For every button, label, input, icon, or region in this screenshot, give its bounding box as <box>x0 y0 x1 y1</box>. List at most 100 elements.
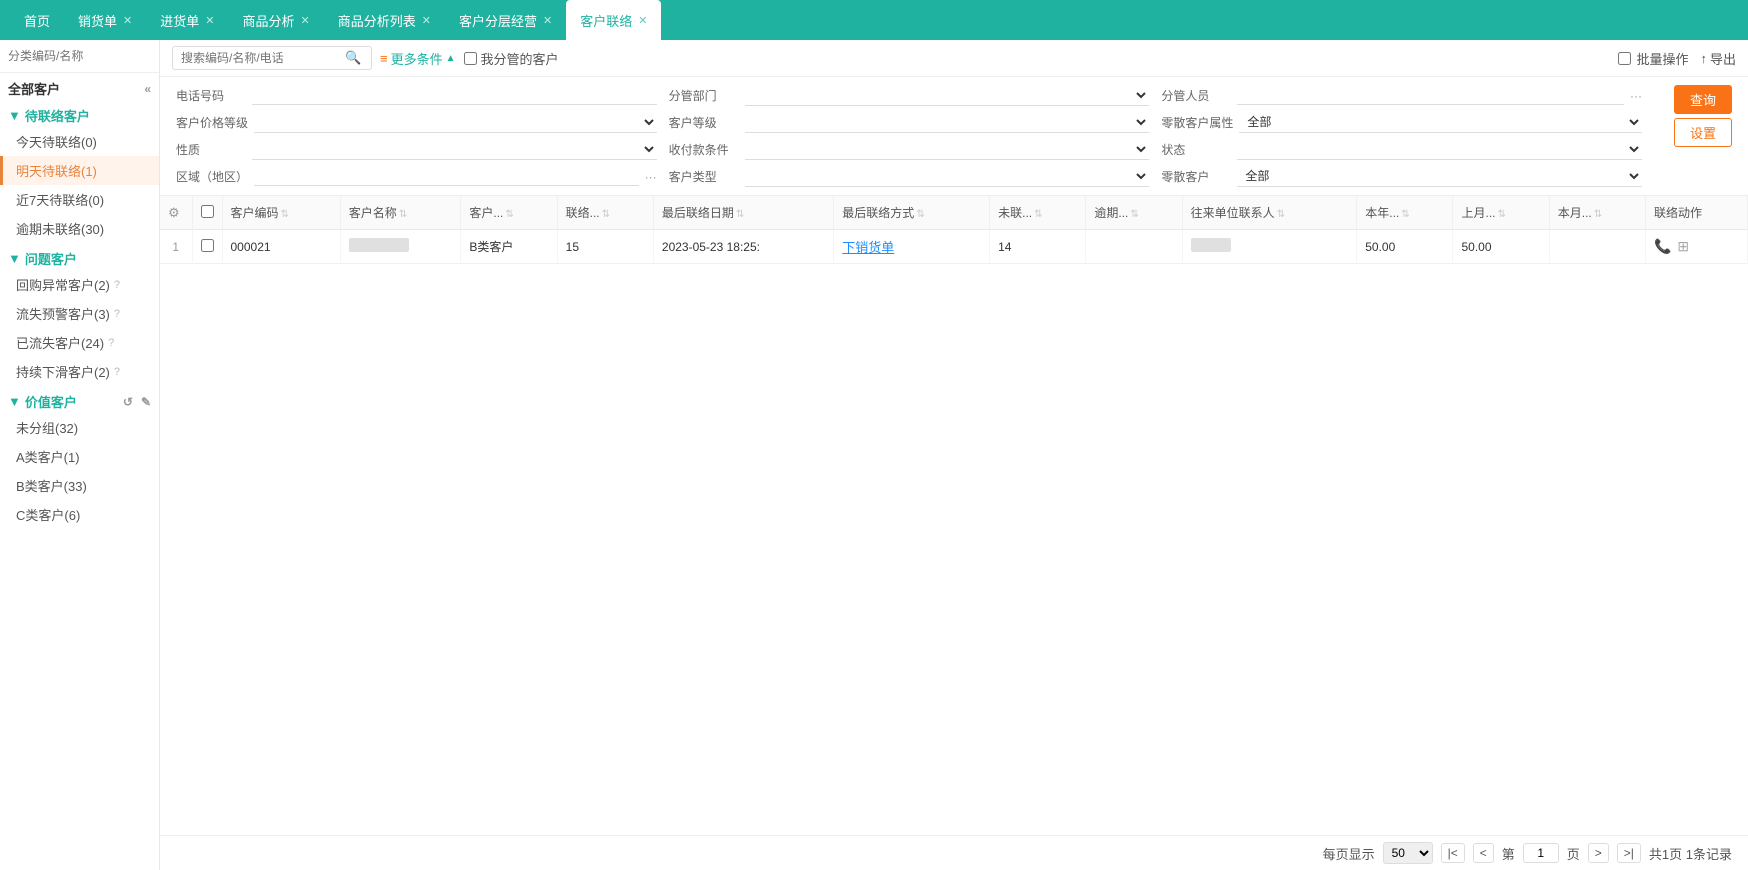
phone-input[interactable] <box>252 86 657 105</box>
sidebar-item-churn-warn[interactable]: 流失预警客户(3) ? <box>0 299 159 328</box>
phone-action-icon[interactable]: 📞 <box>1654 238 1671 255</box>
sidebar-item-tomorrow[interactable]: 明天待联络(1) <box>0 156 159 185</box>
col-this-year: 本年...⇅ <box>1357 196 1453 230</box>
close-analysis-list-icon[interactable]: ✕ <box>422 14 431 27</box>
set-button[interactable]: 设置 <box>1674 118 1732 147</box>
search-icon[interactable]: 🔍 <box>345 50 361 66</box>
close-sales-icon[interactable]: ✕ <box>123 14 132 27</box>
gear-icon[interactable]: ⚙ <box>168 205 180 220</box>
adv-cell-phone: 电话号码 <box>176 86 669 105</box>
grid-action-icon[interactable]: ⊞ <box>1677 238 1689 255</box>
adv-cell-payment: 收付款条件 <box>669 139 1162 160</box>
cust-grade-label: 客户等级 <box>669 114 739 131</box>
sidebar-item-declining[interactable]: 持续下滑客户(2) ? <box>0 357 159 386</box>
cell-this-year: 50.00 <box>1357 230 1453 264</box>
region-dots[interactable]: ··· <box>645 170 657 184</box>
sidebar-item-type-c[interactable]: C类客户(6) <box>0 500 159 529</box>
price-grade-select[interactable] <box>254 112 657 133</box>
sidebar-item-churned[interactable]: 已流失客户(24) ? <box>0 328 159 357</box>
payment-select[interactable] <box>745 139 1150 160</box>
sidebar-item-today[interactable]: 今天待联络(0) <box>0 127 159 156</box>
query-button[interactable]: 查询 <box>1674 85 1732 114</box>
sidebar-item-ungrouped[interactable]: 未分组(32) <box>0 413 159 442</box>
region-input[interactable] <box>254 167 639 186</box>
batch-op-btn[interactable]: 批量操作 <box>1618 49 1688 68</box>
col-last-date: 最后联络日期⇅ <box>653 196 833 230</box>
masked-contact <box>1191 238 1231 252</box>
close-customer-contact-icon[interactable]: ✕ <box>638 14 647 27</box>
person-dots[interactable]: ··· <box>1630 89 1642 103</box>
adv-filter: 电话号码 分管部门 分管人员 ··· <box>160 77 1748 196</box>
sidebar-item-overdue[interactable]: 逾期未联络(30) <box>0 214 159 243</box>
nav-purchase[interactable]: 进货单 ✕ <box>146 0 228 40</box>
my-customers-checkbox[interactable] <box>464 52 477 65</box>
col-last-method: 最后联络方式⇅ <box>834 196 990 230</box>
cust-grade-select[interactable] <box>745 112 1150 133</box>
page-label: 第 <box>1502 844 1515 863</box>
all-customers-section[interactable]: 全部客户 « <box>0 73 159 100</box>
row-checkbox[interactable] <box>201 239 214 252</box>
per-page-select[interactable]: 50 100 200 <box>1383 842 1433 864</box>
status-select[interactable] <box>1237 139 1642 160</box>
scatter-attr-select[interactable]: 全部 <box>1239 112 1642 133</box>
sidebar-item-type-a[interactable]: A类客户(1) <box>0 442 159 471</box>
group-problem-arrow: ▼ <box>8 251 21 266</box>
batch-checkbox[interactable] <box>1618 52 1631 65</box>
cell-not-contact: 14 <box>990 230 1086 264</box>
nature-select[interactable] <box>252 139 657 160</box>
col-this-month: 本月...⇅ <box>1549 196 1645 230</box>
region-label: 区域（地区） <box>176 168 248 185</box>
nav-analysis[interactable]: 商品分析 ✕ <box>228 0 323 40</box>
table-footer: 每页显示 50 100 200 |< < 第 页 > >| 共1页 1条记录 <box>160 835 1748 870</box>
group-pending-title: ▼ 待联络客户 <box>0 100 159 127</box>
sidebar-item-type-b[interactable]: B类客户(33) <box>0 471 159 500</box>
adv-cell-dept: 分管部门 <box>669 85 1162 106</box>
scatter-select[interactable]: 全部 <box>1237 166 1642 187</box>
nav-home[interactable]: 首页 <box>10 0 64 40</box>
adv-cell-region: 区域（地区） ··· <box>176 167 669 186</box>
next-page-btn[interactable]: > <box>1588 843 1609 863</box>
nav-sales[interactable]: 销货单 ✕ <box>64 0 146 40</box>
cust-type-label: 客户类型 <box>669 168 739 185</box>
more-filter-btn[interactable]: ≡ 更多条件 ▲ <box>380 49 456 68</box>
adv-cell-person: 分管人员 ··· <box>1161 86 1654 105</box>
page-input[interactable] <box>1523 843 1559 863</box>
phone-label: 电话号码 <box>176 87 246 104</box>
sidebar-item-week[interactable]: 近7天待联络(0) <box>0 185 159 214</box>
search-input[interactable] <box>181 51 341 65</box>
close-customer-layer-icon[interactable]: ✕ <box>543 14 552 27</box>
cust-type-select[interactable] <box>745 166 1150 187</box>
nav-analysis-list[interactable]: 商品分析列表 ✕ <box>324 0 445 40</box>
first-page-btn[interactable]: |< <box>1441 843 1465 863</box>
col-name: 客户名称⇅ <box>340 196 461 230</box>
export-btn[interactable]: ↑ 导出 <box>1700 49 1736 68</box>
chevron-up-icon: ▲ <box>446 53 456 64</box>
total-label: 共1页 1条记录 <box>1649 844 1732 863</box>
cell-actions: 📞 ⊞ <box>1645 230 1747 264</box>
col-action: 联络动作 <box>1645 196 1747 230</box>
prev-page-btn[interactable]: < <box>1473 843 1494 863</box>
masked-name <box>349 238 409 252</box>
dept-select[interactable] <box>745 85 1150 106</box>
close-purchase-icon[interactable]: ✕ <box>205 14 214 27</box>
close-analysis-icon[interactable]: ✕ <box>301 14 310 27</box>
customer-table: ⚙ 客户编码⇅ 客户名称⇅ 客户...⇅ 联络...⇅ 最后联络日期⇅ 最后联络… <box>160 196 1748 264</box>
adv-cell-scatter-attr: 零散客户属性 全部 <box>1161 112 1654 133</box>
adv-cell-scatter: 零散客户 全部 <box>1161 166 1654 187</box>
sidebar-item-repurchase[interactable]: 回购异常客户(2) ? <box>0 270 159 299</box>
person-input[interactable] <box>1237 86 1624 105</box>
col-code: 客户编码⇅ <box>222 196 340 230</box>
my-customers-filter: 我分管的客户 <box>464 49 559 68</box>
sidebar-search-input[interactable] <box>8 49 160 63</box>
scatter-attr-label: 零散客户属性 <box>1161 114 1233 131</box>
query-btn-group: 查询 设置 <box>1674 85 1732 187</box>
adv-cell-price-grade: 客户价格等级 <box>176 112 669 133</box>
last-method-link[interactable]: 下销货单 <box>842 240 894 255</box>
nav-customer-layer[interactable]: 客户分层经营 ✕ <box>445 0 566 40</box>
table-row: 1 000021 B类客户 15 2023-05-23 18:25: 下销货单 <box>160 230 1748 264</box>
actions-group: 📞 ⊞ <box>1654 238 1739 255</box>
person-label: 分管人员 <box>1161 87 1231 104</box>
nav-customer-contact[interactable]: 客户联络 ✕ <box>566 0 661 40</box>
last-page-btn[interactable]: >| <box>1617 843 1641 863</box>
select-all-checkbox[interactable] <box>201 205 214 218</box>
